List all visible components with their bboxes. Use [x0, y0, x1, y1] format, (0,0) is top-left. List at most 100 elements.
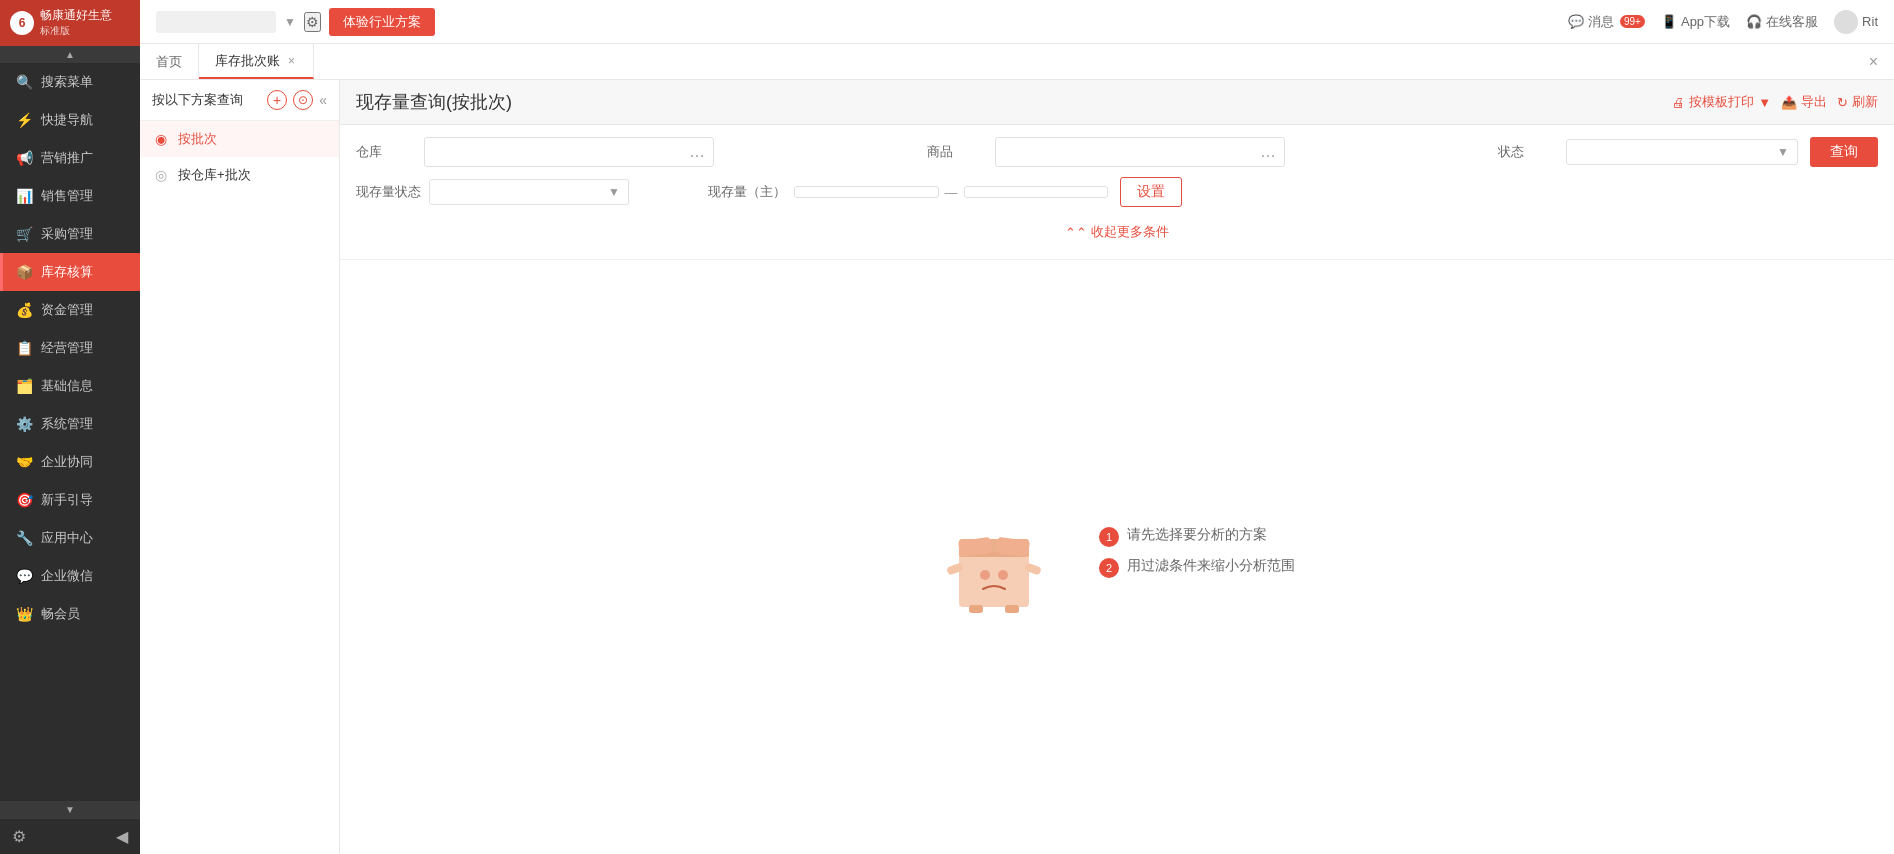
search-icon: 🔍: [15, 73, 33, 91]
stock-qty-dash: —: [939, 185, 964, 200]
topbar-search-input[interactable]: [156, 11, 276, 33]
left-panel-actions: + ⊙ «: [267, 90, 327, 110]
status-filter: 状态 ▼: [1498, 139, 1798, 165]
svg-rect-0: [959, 552, 1029, 607]
warehouse-more-icon[interactable]: …: [689, 143, 705, 161]
tip-item-2: 2 用过滤条件来缩小分析范围: [1099, 557, 1295, 578]
message-button[interactable]: 💬 消息 99+: [1568, 13, 1645, 31]
plan-item-by-warehouse-batch[interactable]: ◎ 按仓库+批次: [140, 157, 339, 193]
empty-svg: [939, 497, 1059, 617]
enterprise-icon: 🤝: [15, 453, 33, 471]
topbar-right: 💬 消息 99+ 📱 App下载 🎧 在线客服 Rit: [1568, 10, 1878, 34]
settings-button[interactable]: 设置: [1120, 177, 1182, 207]
collapse-more-button[interactable]: ⌃⌃ 收起更多条件: [356, 217, 1878, 247]
stock-qty-to[interactable]: [964, 186, 1109, 198]
stock-status-select[interactable]: ▼: [429, 179, 629, 205]
left-panel: 按以下方案查询 + ⊙ « ◉ 按批次 ◎ 按仓库+批次: [140, 80, 340, 854]
stock-status-chevron-icon: ▼: [608, 185, 620, 199]
svg-point-5: [998, 570, 1008, 580]
online-service-button[interactable]: 🎧 在线客服: [1746, 13, 1818, 31]
product-filter: 商品 …: [927, 137, 1486, 167]
sidebar-item-basics[interactable]: 🗂️ 基础信息: [0, 367, 140, 405]
inactive-plan-icon: ◎: [152, 166, 170, 184]
print-button[interactable]: 🖨 按模板打印 ▼: [1672, 93, 1771, 111]
svg-point-4: [980, 570, 990, 580]
page-title: 现存量查询(按批次): [356, 90, 512, 114]
empty-tips: 1 请先选择要分析的方案 2 用过滤条件来缩小分析范围: [1099, 526, 1295, 588]
query-button[interactable]: 查询: [1810, 137, 1878, 167]
panel-close-button[interactable]: ×: [1853, 53, 1894, 71]
stock-status-filter: 现存量状态 ▼: [356, 179, 696, 205]
empty-inner: 1 请先选择要分析的方案 2 用过滤条件来缩小分析范围: [939, 497, 1295, 617]
topbar-left: ▼ ⚙ 体验行业方案: [156, 8, 1556, 36]
tip-text-2: 用过滤条件来缩小分析范围: [1127, 557, 1295, 575]
tab-home[interactable]: 首页: [140, 44, 199, 79]
sidebar-scroll-down[interactable]: ▼: [0, 801, 140, 818]
sidebar-collapse-button[interactable]: ◀: [116, 827, 128, 846]
wechat-icon: 💬: [15, 567, 33, 585]
status-chevron-icon: ▼: [1777, 145, 1789, 159]
active-plan-icon: ◉: [152, 130, 170, 148]
stock-qty-from[interactable]: [794, 186, 939, 198]
sidebar-scroll-up[interactable]: ▲: [0, 46, 140, 63]
sidebar-item-enterprise[interactable]: 🤝 企业协同: [0, 443, 140, 481]
product-more-icon[interactable]: …: [1260, 143, 1276, 161]
plan-list: ◉ 按批次 ◎ 按仓库+批次: [140, 121, 339, 854]
sidebar-item-guide[interactable]: 🎯 新手引导: [0, 481, 140, 519]
app-download-button[interactable]: 📱 App下载: [1661, 13, 1730, 31]
tip-text-1: 请先选择要分析的方案: [1127, 526, 1267, 544]
export-button[interactable]: 📤 导出: [1781, 93, 1827, 111]
sidebar-item-purchase[interactable]: 🛒 采购管理: [0, 215, 140, 253]
sidebar-item-search[interactable]: 🔍 搜索菜单: [0, 63, 140, 101]
status-select[interactable]: ▼: [1566, 139, 1798, 165]
quick-nav-icon: ⚡: [15, 111, 33, 129]
user-profile[interactable]: Rit: [1834, 10, 1878, 34]
status-label: 状态: [1498, 143, 1558, 161]
topbar-chevron-icon[interactable]: ▼: [284, 15, 296, 29]
sidebar-item-wechat[interactable]: 💬 企业微信: [0, 557, 140, 595]
filter-area: 仓库 … 商品 … 状态: [340, 125, 1894, 260]
sidebar-item-sales[interactable]: 📊 销售管理: [0, 177, 140, 215]
tab-close-icon[interactable]: ×: [286, 52, 297, 70]
sidebar-item-inventory[interactable]: 📦 库存核算: [0, 253, 140, 291]
plan-settings-button[interactable]: ⊙: [293, 90, 313, 110]
tab-inventory-batch[interactable]: 库存批次账 ×: [199, 44, 314, 79]
add-plan-button[interactable]: +: [267, 90, 287, 110]
sidebar-item-marketing[interactable]: 📢 营销推广: [0, 139, 140, 177]
product-input[interactable]: …: [995, 137, 1285, 167]
refresh-button[interactable]: ↻ 刷新: [1837, 93, 1878, 111]
headset-icon: 🎧: [1746, 14, 1762, 29]
tabbar: 首页 库存批次账 × ×: [140, 44, 1894, 80]
user-name: Rit: [1862, 14, 1878, 29]
sidebar-item-quick-nav[interactable]: ⚡ 快捷导航: [0, 101, 140, 139]
empty-illustration: [939, 497, 1059, 617]
trial-button[interactable]: 体验行业方案: [329, 8, 435, 36]
sidebar-item-operations[interactable]: 📋 经营管理: [0, 329, 140, 367]
product-label: 商品: [927, 143, 987, 161]
plan-item-by-batch[interactable]: ◉ 按批次: [140, 121, 339, 157]
sidebar-item-member[interactable]: 👑 畅会员: [0, 595, 140, 633]
svg-rect-7: [1005, 605, 1019, 613]
export-icon: 📤: [1781, 95, 1797, 110]
svg-rect-6: [969, 605, 983, 613]
finance-icon: 💰: [15, 301, 33, 319]
sidebar-settings-button[interactable]: ⚙: [12, 827, 26, 846]
apps-icon: 🔧: [15, 529, 33, 547]
warehouse-filter: 仓库 …: [356, 137, 915, 167]
app-edition: 标准版: [40, 24, 112, 38]
sidebar: 6 畅康通好生意 标准版 ▲ 🔍 搜索菜单 ⚡ 快捷导航 📢 营销推广 📊 销售…: [0, 0, 140, 854]
stock-status-label: 现存量状态: [356, 183, 421, 201]
company-name: 畅康通好生意: [40, 8, 112, 24]
guide-icon: 🎯: [15, 491, 33, 509]
marketing-icon: 📢: [15, 149, 33, 167]
topbar-gear-button[interactable]: ⚙: [304, 12, 321, 32]
left-panel-title: 按以下方案查询: [152, 91, 243, 109]
sidebar-item-system[interactable]: ⚙️ 系统管理: [0, 405, 140, 443]
sidebar-item-apps[interactable]: 🔧 应用中心: [0, 519, 140, 557]
sidebar-item-finance[interactable]: 💰 资金管理: [0, 291, 140, 329]
collapse-panel-button[interactable]: «: [319, 92, 327, 108]
message-badge: 99+: [1620, 15, 1645, 28]
warehouse-input[interactable]: …: [424, 137, 714, 167]
app-logo: 6: [10, 11, 34, 35]
right-panel: 现存量查询(按批次) 🖨 按模板打印 ▼ 📤 导出 ↻ 刷新: [340, 80, 1894, 854]
